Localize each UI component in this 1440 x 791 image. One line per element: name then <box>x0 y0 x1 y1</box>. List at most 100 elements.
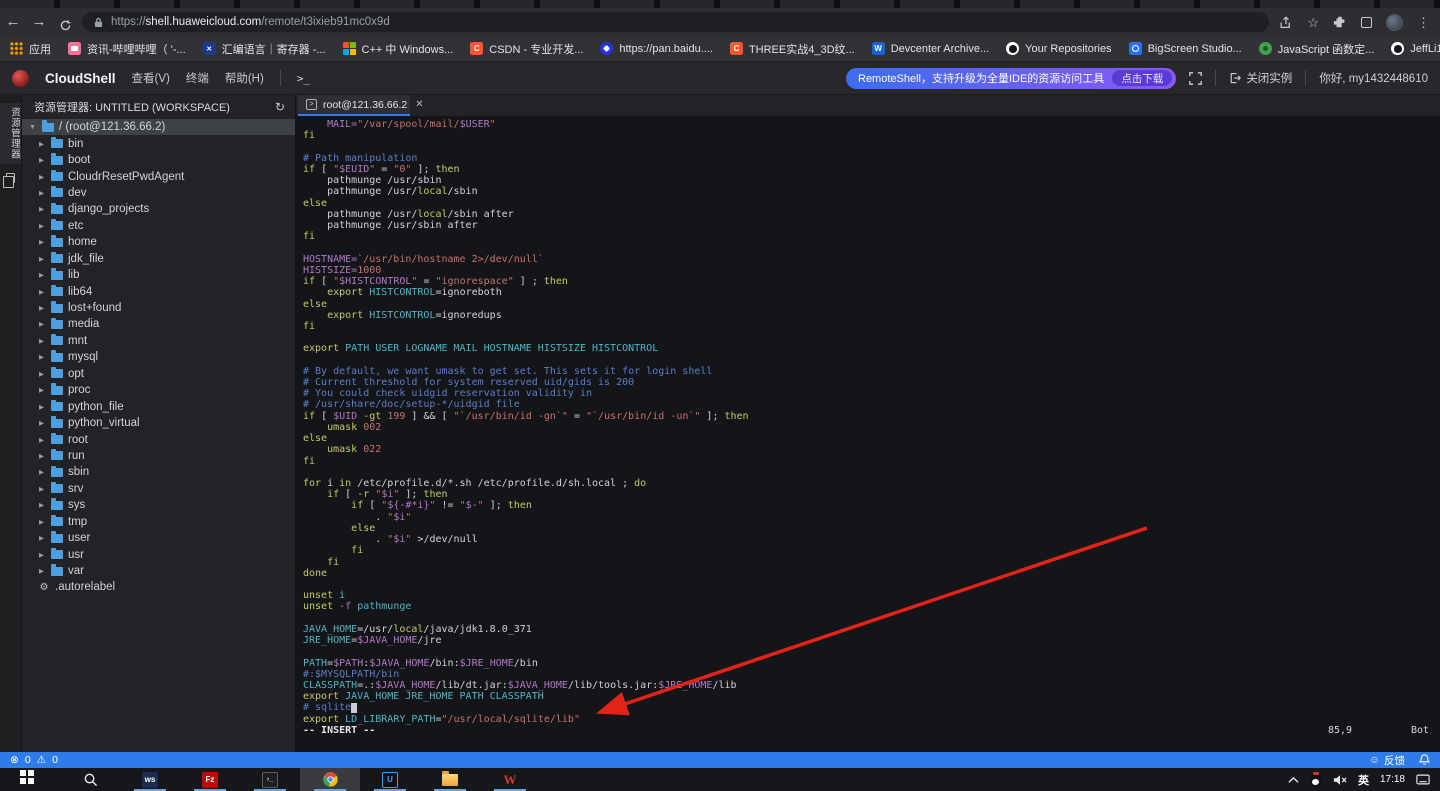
site-icon <box>203 42 216 55</box>
tree-folder-run[interactable]: ▶run <box>22 448 295 464</box>
remoteshell-promo-banner[interactable]: RemoteShell，支持升级为全量IDE的资源访问工具 点击下载 <box>846 68 1176 89</box>
bookmark-item[interactable]: https://pan.baidu.... <box>600 42 713 55</box>
download-button[interactable]: 点击下载 <box>1112 70 1172 86</box>
tree-folder-python_file[interactable]: ▶python_file <box>22 398 295 414</box>
terminal-line: # /usr/share/doc/setup-*/uidgid file <box>303 399 1440 410</box>
share-icon[interactable] <box>1279 16 1293 29</box>
qq-icon[interactable] <box>1310 773 1322 787</box>
back-icon[interactable]: ← <box>0 9 26 35</box>
tree-folder-python_virtual[interactable]: ▶python_virtual <box>22 415 295 431</box>
bookmark-item[interactable]: BigScreen Studio... <box>1129 42 1242 55</box>
refresh-icon[interactable]: ↻ <box>275 100 285 114</box>
tree-root-row[interactable]: ▼ / (root@121.36.66.2) <box>22 119 295 135</box>
fullscreen-icon[interactable] <box>1189 72 1202 85</box>
chrome-app[interactable] <box>300 768 360 791</box>
tree-folder-etc[interactable]: ▶etc <box>22 218 295 234</box>
tree-folder-var[interactable]: ▶var <box>22 563 295 579</box>
close-icon[interactable]: ✕ <box>415 99 423 110</box>
menu-terminal[interactable]: 终端 <box>186 70 209 86</box>
tree-folder-mnt[interactable]: ▶mnt <box>22 333 295 349</box>
wps-writer-app[interactable]: W <box>480 768 540 791</box>
tree-folder-boot[interactable]: ▶boot <box>22 152 295 168</box>
terminal-line: for i in /etc/profile.d/*.sh /etc/profil… <box>303 478 1440 489</box>
terminal-line: else <box>303 523 1440 534</box>
reload-icon[interactable] <box>52 12 78 32</box>
explorer-activity-tab[interactable]: 资源管理器 <box>0 103 21 164</box>
tree-folder-usr[interactable]: ▶usr <box>22 546 295 562</box>
tree-folder-sbin[interactable]: ▶sbin <box>22 464 295 480</box>
chevron-right-icon: ▶ <box>37 485 46 493</box>
tree-folder-mysql[interactable]: ▶mysql <box>22 349 295 365</box>
tree-folder-proc[interactable]: ▶proc <box>22 382 295 398</box>
tree-folder-CloudrResetPwdAgent[interactable]: ▶CloudrResetPwdAgent <box>22 168 295 184</box>
tree-folder-lib64[interactable]: ▶lib64 <box>22 283 295 299</box>
tree-folder-lost+found[interactable]: ▶lost+found <box>22 300 295 316</box>
profile-avatar[interactable] <box>1386 14 1403 31</box>
terminal-app[interactable]: ›_ <box>240 768 300 791</box>
tree-folder-root[interactable]: ▶root <box>22 431 295 447</box>
tree-folder-django_projects[interactable]: ▶django_projects <box>22 201 295 217</box>
speaker-muted-icon[interactable] <box>1333 774 1347 786</box>
tree-file-autorelabel[interactable]: ⚙ .autorelabel <box>22 579 295 595</box>
bookmark-item[interactable]: WDevcenter Archive... <box>872 42 989 55</box>
bookmark-item[interactable]: C++ 中 Windows... <box>343 41 454 57</box>
tree-folder-bin[interactable]: ▶bin <box>22 135 295 151</box>
bookmark-item[interactable]: 应用 <box>10 41 51 57</box>
terminal-line: if [ $UID -gt 199 ] && [ "`/usr/bin/id -… <box>303 411 1440 422</box>
browser-toolbar: ← → https://shell.huaweicloud.com/remote… <box>0 8 1440 36</box>
tree-folder-opt[interactable]: ▶opt <box>22 366 295 382</box>
clock[interactable]: 17:18 <box>1380 774 1405 785</box>
start-button[interactable] <box>0 768 60 791</box>
bookmark-star-icon[interactable]: ☆ <box>1307 16 1319 29</box>
extensions-icon[interactable] <box>1333 15 1347 29</box>
terminal-tab[interactable]: > root@121.36.66.2 ✕ <box>298 95 410 116</box>
wps-app[interactable]: ws <box>120 768 180 791</box>
bookmark-label: JavaScript 函数定... <box>1278 41 1375 57</box>
bookmark-item[interactable]: 资讯-哔哩哔哩（ '-... <box>68 41 186 57</box>
tree-folder-lib[interactable]: ▶lib <box>22 267 295 283</box>
terminal-line <box>303 355 1440 366</box>
tree-folder-media[interactable]: ▶media <box>22 316 295 332</box>
tree-folder-dev[interactable]: ▶dev <box>22 185 295 201</box>
menu-help[interactable]: 帮助(H) <box>225 70 264 86</box>
forward-icon[interactable]: → <box>26 9 52 35</box>
copy-icon[interactable] <box>6 173 15 183</box>
folder-icon <box>51 435 63 444</box>
feedback-button[interactable]: ☺ 反馈 <box>1369 753 1405 768</box>
tree-folder-sys[interactable]: ▶sys <box>22 497 295 513</box>
vim-content[interactable]: MAIL="/var/spool/mail/$USER"fi # Path ma… <box>296 116 1440 752</box>
browser-menu-icon[interactable]: ⋮ <box>1417 16 1430 29</box>
vim-ruler: 85,9 <box>1328 725 1352 736</box>
explorer-app[interactable] <box>420 768 480 791</box>
tree-folder-user[interactable]: ▶user <box>22 530 295 546</box>
bookmark-item[interactable]: JeffLi1993/spring... <box>1391 42 1440 55</box>
vim-mode: -- INSERT -- <box>303 725 375 736</box>
ide-app[interactable]: U <box>360 768 420 791</box>
tree-folder-home[interactable]: ▶home <box>22 234 295 250</box>
terminal-line: JRE_HOME=$JAVA_HOME/jre <box>303 635 1440 646</box>
bookmark-item[interactable]: CTHREE实战4_3D纹... <box>730 41 855 57</box>
url-bar[interactable]: https://shell.huaweicloud.com/remote/t3i… <box>82 12 1269 32</box>
tree-folder-jdk_file[interactable]: ▶jdk_file <box>22 251 295 267</box>
new-terminal-icon[interactable]: >_ <box>297 72 310 85</box>
sidepanel-icon[interactable] <box>1361 17 1372 28</box>
bookmark-label: 资讯-哔哩哔哩（ '-... <box>87 41 186 57</box>
close-instance-button[interactable]: 关闭实例 <box>1229 70 1292 86</box>
bookmark-item[interactable]: CCSDN - 专业开发... <box>470 41 583 57</box>
terminal-line: export HISTCONTROL=ignoredups <box>303 310 1440 321</box>
bookmark-item[interactable]: Your Repositories <box>1006 42 1111 55</box>
tray-chevron-up-icon[interactable] <box>1288 776 1299 784</box>
bookmark-item[interactable]: 汇编语言｜寄存器 -... <box>203 41 326 57</box>
bell-icon[interactable] <box>1419 754 1430 766</box>
tree-folder-tmp[interactable]: ▶tmp <box>22 514 295 530</box>
user-greeting[interactable]: 你好, my1432448610 <box>1319 70 1428 86</box>
terminal-line: umask 022 <box>303 444 1440 455</box>
menu-view[interactable]: 查看(V) <box>132 70 170 86</box>
bookmark-item[interactable]: JavaScript 函数定... <box>1259 41 1375 57</box>
search-button[interactable] <box>60 768 120 791</box>
input-language-indicator[interactable]: 英 <box>1358 772 1369 788</box>
folder-icon <box>51 205 63 214</box>
filezilla-app[interactable]: Fz <box>180 768 240 791</box>
touch-keyboard-icon[interactable] <box>1416 774 1430 785</box>
tree-folder-srv[interactable]: ▶srv <box>22 481 295 497</box>
